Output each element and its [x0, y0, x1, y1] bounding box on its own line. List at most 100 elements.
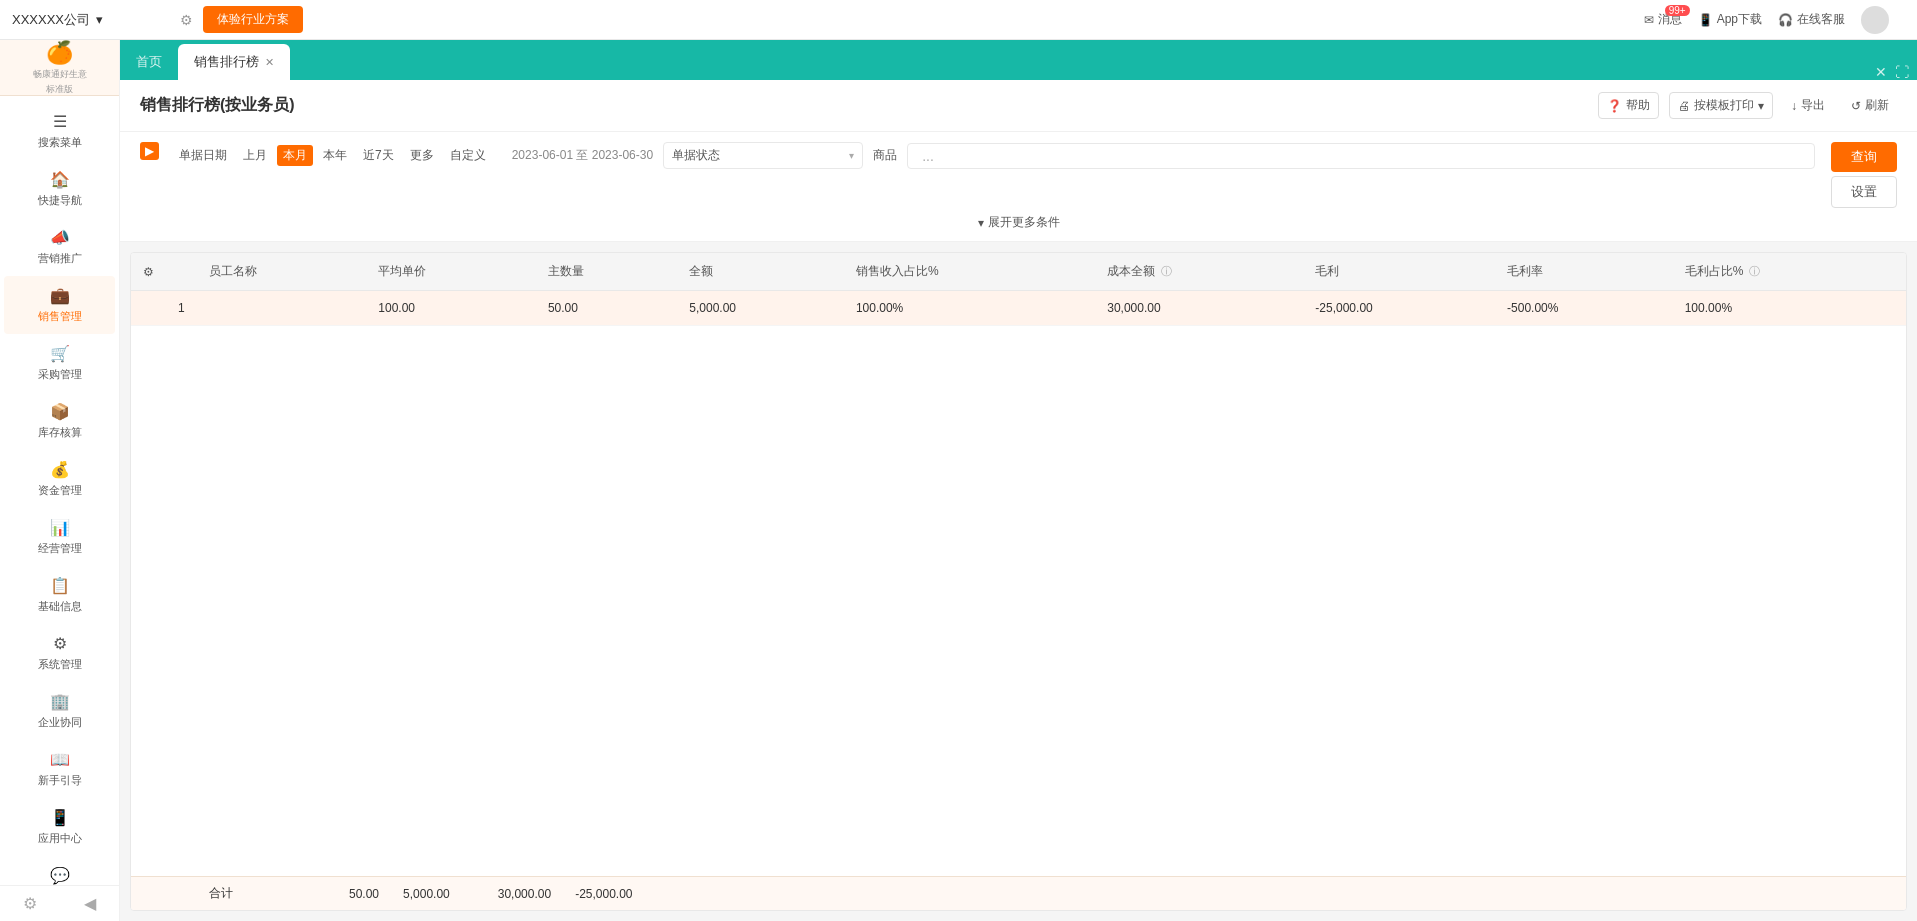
- message-badge: 99+: [1665, 5, 1690, 16]
- refresh-label: 刷新: [1865, 97, 1889, 114]
- sidebar-label-enterprise: 企业协同: [38, 715, 82, 730]
- appCenter-icon: 📱: [50, 808, 70, 827]
- expand-btn-label: 展开更多条件: [988, 214, 1060, 231]
- footer-total-label: 合计: [197, 885, 257, 902]
- online-service-button[interactable]: 🎧 在线客服: [1778, 11, 1845, 28]
- row-gross-pct: 100.00%: [1673, 291, 1906, 326]
- status-filter-label: 单据状态: [672, 147, 720, 164]
- message-button[interactable]: ✉ 消息 99+: [1644, 11, 1682, 28]
- tab-sales-ranking[interactable]: 销售排行榜 ✕: [178, 44, 290, 80]
- sidebar-item-inventory[interactable]: 📦 库存核算: [4, 392, 115, 450]
- maximize-icon[interactable]: ⛶: [1895, 64, 1909, 80]
- brand: 🍊 畅康通好生意 标准版: [0, 40, 119, 96]
- chevron-down-icon: ▾: [96, 12, 103, 27]
- grosspct-info-icon[interactable]: ⓘ: [1749, 265, 1760, 277]
- footer-gross-profit: -25,000.00: [563, 887, 644, 901]
- table-empty-space: [131, 326, 1906, 876]
- trial-button[interactable]: 体验行业方案: [203, 6, 303, 33]
- goods-filter-input[interactable]: ...: [907, 143, 1815, 169]
- export-icon: ↓: [1791, 99, 1797, 113]
- sidebar-item-system[interactable]: ⚙ 系统管理: [4, 624, 115, 682]
- sidebar-item-shortcut[interactable]: 🏠 快捷导航: [4, 160, 115, 218]
- sidebar-label-appCenter: 应用中心: [38, 831, 82, 846]
- sidebar-item-weChat[interactable]: 💬 企业微信: [4, 856, 115, 885]
- sidebar-item-operations[interactable]: 📊 经营管理: [4, 508, 115, 566]
- print-icon: 🖨: [1678, 99, 1690, 113]
- sidebar-label-purchase: 采购管理: [38, 367, 82, 382]
- refresh-icon: ↺: [1851, 99, 1861, 113]
- table-row: 1 100.00 50.00 5,000.00 100.00% 30,000.0…: [131, 291, 1906, 326]
- col-rank: [166, 253, 197, 291]
- help-button[interactable]: ❓ 帮助: [1598, 92, 1659, 119]
- export-button[interactable]: ↓ 导出: [1783, 93, 1833, 118]
- home-tab-label: 首页: [136, 53, 162, 71]
- col-settings[interactable]: ⚙: [131, 253, 166, 291]
- sidebar-item-basic[interactable]: 📋 基础信息: [4, 566, 115, 624]
- col-employee-name: 员工名称: [197, 253, 367, 291]
- company-selector[interactable]: XXXXXX公司 ▾: [12, 11, 172, 29]
- page-content: 销售排行榜(按业务员) ❓ 帮助 🖨 按模板打印 ▾ ↓ 导出: [120, 80, 1917, 921]
- online-service-label: 在线客服: [1797, 11, 1845, 28]
- settings-icon[interactable]: ⚙: [180, 12, 193, 28]
- col-gross-rate: 毛利率: [1495, 253, 1673, 291]
- goods-filter-more-icon[interactable]: ...: [922, 148, 934, 164]
- tab-close-icon[interactable]: ✕: [265, 56, 274, 69]
- collapse-icon[interactable]: ◀: [84, 894, 96, 913]
- col-amount: 全额: [677, 253, 844, 291]
- system-icon: ⚙: [53, 634, 67, 653]
- footer-cost-amount: 30,000.00: [486, 887, 563, 901]
- row-main-qty: 50.00: [536, 291, 677, 326]
- expand-filter-icon[interactable]: ▶: [140, 142, 159, 160]
- date-btn-custom[interactable]: 自定义: [444, 145, 492, 166]
- search-icon: ☰: [53, 112, 67, 131]
- expand-row: ▾ 展开更多条件: [140, 208, 1897, 231]
- settings-button[interactable]: 设置: [1831, 176, 1897, 208]
- help-label: 帮助: [1626, 97, 1650, 114]
- query-button[interactable]: 查询: [1831, 142, 1897, 172]
- row-settings: [131, 291, 166, 326]
- sidebar-item-appCenter[interactable]: 📱 应用中心: [4, 798, 115, 856]
- date-btn-prev-month[interactable]: 上月: [237, 145, 273, 166]
- date-buttons: 上月 本月 本年 近7天 更多 自定义: [237, 145, 492, 166]
- expand-more-conditions-button[interactable]: ▾ 展开更多条件: [978, 214, 1060, 231]
- cost-info-icon[interactable]: ⓘ: [1161, 265, 1172, 277]
- print-label: 按模板打印: [1694, 97, 1754, 114]
- row-sales-pct: 100.00%: [844, 291, 1095, 326]
- tab-home[interactable]: 首页: [120, 44, 178, 80]
- phone-icon: 📱: [1698, 13, 1713, 27]
- filter-expand-icon[interactable]: ▶: [140, 142, 159, 160]
- sidebar-item-guide[interactable]: 📖 新手引导: [4, 740, 115, 798]
- app-download-button[interactable]: 📱 App下载: [1698, 11, 1762, 28]
- refresh-button[interactable]: ↺ 刷新: [1843, 93, 1897, 118]
- date-btn-7days[interactable]: 近7天: [357, 145, 400, 166]
- brand-logo: 🍊: [46, 40, 73, 66]
- date-btn-current-year[interactable]: 本年: [317, 145, 353, 166]
- goods-filter-label: 商品: [873, 147, 897, 164]
- sidebar-item-purchase[interactable]: 🛒 采购管理: [4, 334, 115, 392]
- page-title: 销售排行榜(按业务员): [140, 95, 295, 116]
- gear-settings-icon[interactable]: ⚙: [23, 894, 37, 913]
- table-wrapper: ⚙ 员工名称 平均单价 主数量 全额 销售收入占比% 成本全额 ⓘ 毛利 毛利率…: [130, 252, 1907, 911]
- sidebar-item-marketing[interactable]: 📣 营销推广: [4, 218, 115, 276]
- col-gross-profit: 毛利: [1303, 253, 1495, 291]
- content-area: 首页 销售排行榜 ✕ ✕ ⛶ 销售排行榜(按业务员) ❓ 帮助: [120, 40, 1917, 921]
- print-button[interactable]: 🖨 按模板打印 ▾: [1669, 92, 1773, 119]
- close-window-icon[interactable]: ✕: [1875, 64, 1887, 80]
- col-main-qty: 主数量: [536, 253, 677, 291]
- sidebar-label-search: 搜索菜单: [38, 135, 82, 150]
- date-filter-label: 单据日期: [179, 147, 227, 164]
- status-filter[interactable]: 单据状态 ▾: [663, 142, 863, 169]
- finance-icon: 💰: [50, 460, 70, 479]
- date-btn-more[interactable]: 更多: [404, 145, 440, 166]
- sidebar-item-sales[interactable]: 💼 销售管理: [4, 276, 115, 334]
- app-download-label: App下载: [1717, 11, 1762, 28]
- date-btn-current-month[interactable]: 本月: [277, 145, 313, 166]
- page-header: 销售排行榜(按业务员) ❓ 帮助 🖨 按模板打印 ▾ ↓ 导出: [120, 80, 1917, 132]
- sidebar-item-search[interactable]: ☰ 搜索菜单: [4, 102, 115, 160]
- enterprise-icon: 🏢: [50, 692, 70, 711]
- tab-right-controls: ✕ ⛶: [1875, 64, 1917, 80]
- avatar[interactable]: [1861, 6, 1889, 34]
- sidebar-item-enterprise[interactable]: 🏢 企业协同: [4, 682, 115, 740]
- sidebar-item-finance[interactable]: 💰 资金管理: [4, 450, 115, 508]
- sidebar: 🍊 畅康通好生意 标准版 ☰ 搜索菜单🏠 快捷导航📣 营销推广💼 销售管理🛒 采…: [0, 40, 120, 921]
